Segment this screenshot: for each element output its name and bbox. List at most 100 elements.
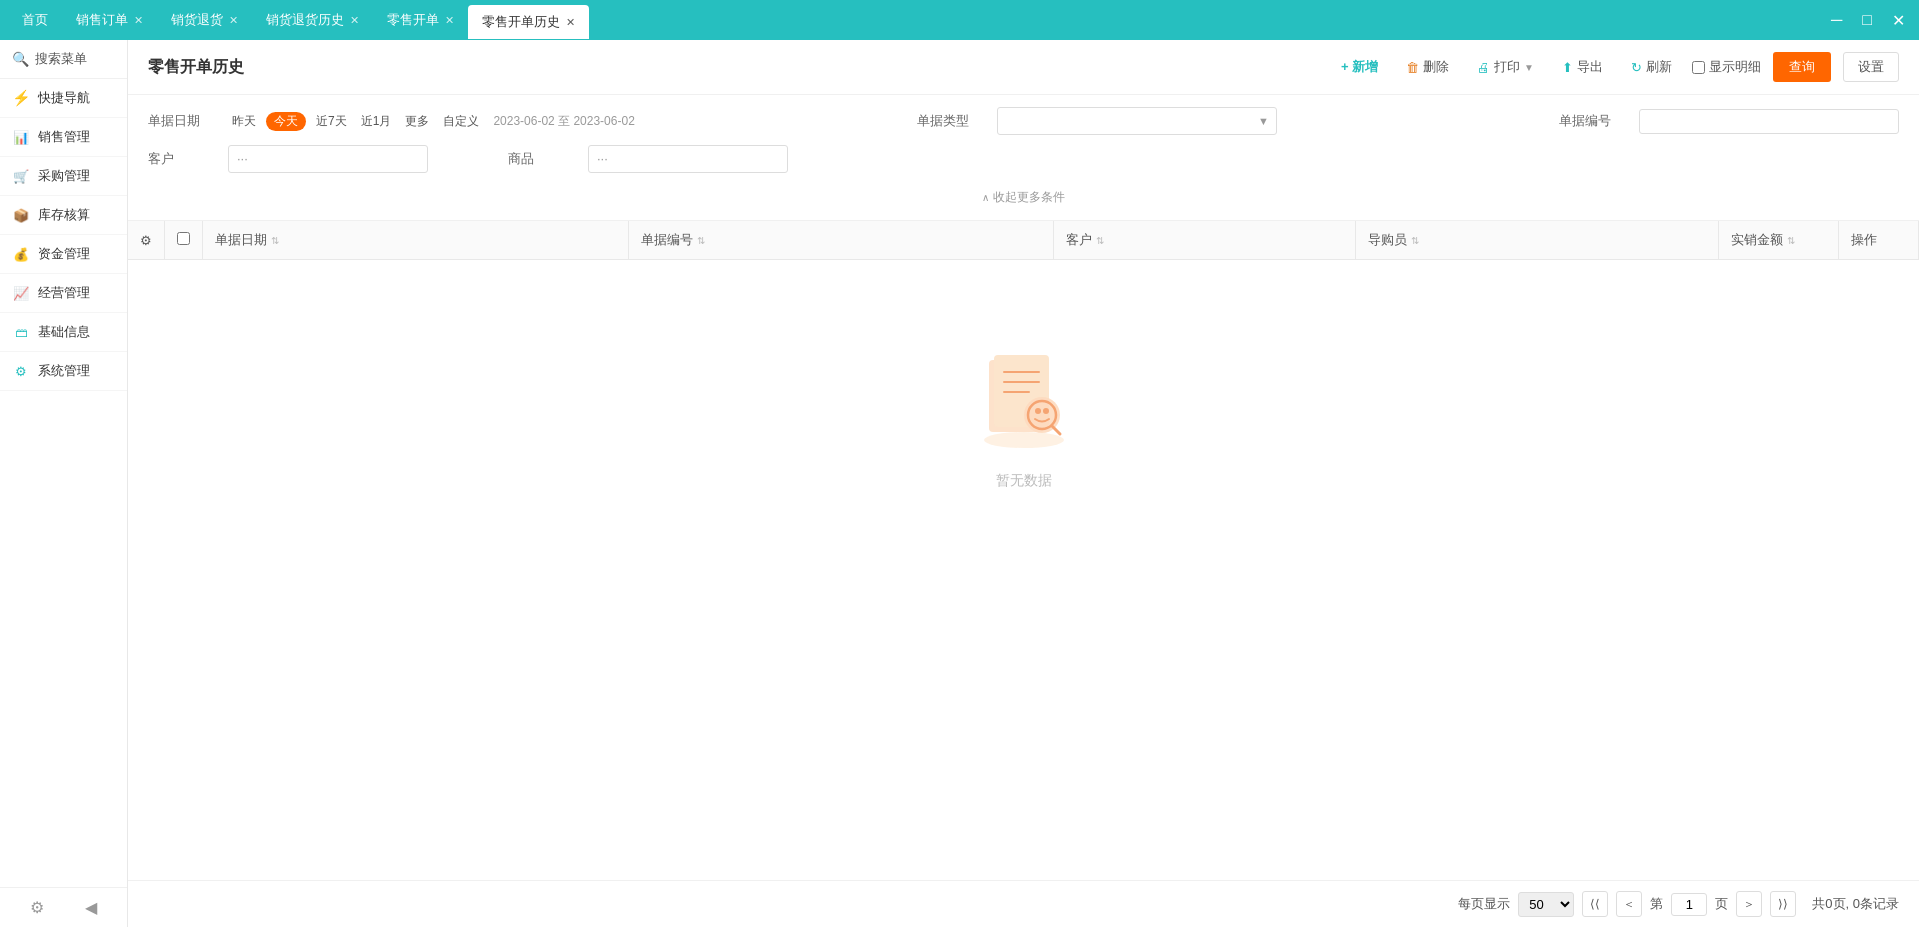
page-unit-label: 页 (1715, 895, 1728, 913)
shortcut-7days[interactable]: 近7天 (312, 111, 351, 132)
sidebar-item-base-info-label: 基础信息 (38, 323, 90, 341)
collapse-button[interactable]: ∧ 收起更多条件 (148, 183, 1899, 208)
sidebar-item-sales[interactable]: 📊 销售管理 (0, 118, 127, 157)
svg-point-9 (1035, 408, 1041, 414)
add-button[interactable]: + 新增 (1333, 54, 1386, 80)
per-page-select[interactable]: 50 10 20 100 (1518, 892, 1574, 917)
refresh-button[interactable]: ↻ 刷新 (1623, 54, 1680, 80)
doc-no-sort[interactable]: 单据编号 ⇅ (641, 231, 1042, 249)
sidebar-collapse-button[interactable]: ◀ (85, 898, 97, 917)
doc-no-input[interactable] (1639, 109, 1899, 134)
base-info-icon: 🗃 (12, 323, 30, 341)
tab-retail-open[interactable]: 零售开单 ✕ (373, 5, 468, 35)
guide-sort[interactable]: 导购员 ⇅ (1368, 231, 1706, 249)
sidebar: 🔍 搜索菜单 ⚡ 快捷导航 📊 销售管理 🛒 采购管理 📦 库存核算 💰 资金管… (0, 40, 128, 927)
page-label: 第 (1650, 895, 1663, 913)
tab-close-sales-order[interactable]: ✕ (134, 14, 143, 27)
doc-no-label: 单据编号 (1559, 112, 1619, 130)
sidebar-item-finance[interactable]: 💰 资金管理 (0, 235, 127, 274)
date-sort-icon: ⇅ (271, 235, 279, 246)
shortcut-1month[interactable]: 近1月 (357, 111, 396, 132)
tab-sales-return[interactable]: 销货退货 ✕ (157, 5, 252, 35)
table-header-row: ⚙ 单据日期 ⇅ (128, 221, 1919, 260)
shortcut-today[interactable]: 今天 (266, 112, 306, 131)
amount-sort[interactable]: 实销金额 ⇅ (1731, 231, 1826, 249)
tab-retail-open-history[interactable]: 零售开单历史 ✕ (468, 5, 589, 39)
delete-button[interactable]: 🗑 删除 (1398, 54, 1457, 80)
query-button[interactable]: 查询 (1773, 52, 1831, 82)
svg-line-8 (1052, 426, 1060, 434)
pagination-bar: 每页显示 50 10 20 100 ⟨⟨ ＜ 第 页 ＞ ⟩⟩ 共0页, 0条记… (128, 880, 1919, 927)
show-detail-input[interactable] (1692, 61, 1705, 74)
col-settings[interactable]: ⚙ (128, 221, 165, 260)
sidebar-item-quick-nav[interactable]: ⚡ 快捷导航 (0, 79, 127, 118)
page-title: 零售开单历史 (148, 57, 244, 78)
settings-button[interactable]: 设置 (1843, 52, 1899, 82)
date-sort[interactable]: 单据日期 ⇅ (215, 231, 616, 249)
doc-type-select-wrapper: ▼ (997, 107, 1277, 135)
show-detail-checkbox[interactable]: 显示明细 (1692, 58, 1761, 76)
tab-home[interactable]: 首页 (8, 5, 62, 35)
tab-sales-return-history[interactable]: 销货退货历史 ✕ (252, 5, 373, 35)
sidebar-item-inventory[interactable]: 📦 库存核算 (0, 196, 127, 235)
customer-label: 客户 (148, 150, 208, 168)
amount-sort-icon: ⇅ (1787, 235, 1795, 246)
shortcut-yesterday[interactable]: 昨天 (228, 111, 260, 132)
customer-col-label: 客户 (1066, 231, 1092, 249)
print-button[interactable]: 🖨 打印 ▼ (1469, 54, 1542, 80)
col-doc-no[interactable]: 单据编号 ⇅ (628, 221, 1054, 260)
guide-sort-icon: ⇅ (1411, 235, 1419, 246)
prev-page-button[interactable]: ＜ (1616, 891, 1642, 917)
tab-retail-open-history-label: 零售开单历史 (482, 13, 560, 31)
delete-button-label: 删除 (1423, 58, 1449, 76)
action-col-label: 操作 (1851, 232, 1877, 247)
col-amount[interactable]: 实销金额 ⇅ (1719, 221, 1839, 260)
tab-sales-order[interactable]: 销售订单 ✕ (62, 5, 157, 35)
tab-close-retail-open-history[interactable]: ✕ (566, 16, 575, 29)
first-page-button[interactable]: ⟨⟨ (1582, 891, 1608, 917)
window-controls: ─ □ ✕ (1825, 9, 1911, 32)
operations-icon: 📈 (12, 284, 30, 302)
customer-input[interactable]: ··· (228, 145, 428, 173)
filter-row-1: 单据日期 昨天 今天 近7天 近1月 更多 自定义 2023-06-02 至 2… (148, 107, 1899, 135)
col-date[interactable]: 单据日期 ⇅ (203, 221, 629, 260)
sidebar-search[interactable]: 🔍 搜索菜单 (0, 40, 127, 79)
goods-input[interactable]: ··· (588, 145, 788, 173)
purchase-icon: 🛒 (12, 167, 30, 185)
amount-col-label: 实销金额 (1731, 231, 1783, 249)
export-button[interactable]: ⬆ 导出 (1554, 54, 1611, 80)
table-settings-icon[interactable]: ⚙ (140, 233, 152, 248)
tab-close-sales-return[interactable]: ✕ (229, 14, 238, 27)
doc-type-select[interactable] (997, 107, 1277, 135)
empty-text: 暂无数据 (996, 472, 1052, 490)
col-checkbox[interactable] (165, 221, 203, 260)
quick-nav-icon: ⚡ (12, 89, 30, 107)
close-button[interactable]: ✕ (1886, 9, 1911, 32)
sidebar-item-quick-nav-label: 快捷导航 (38, 89, 90, 107)
tab-close-sales-return-history[interactable]: ✕ (350, 14, 359, 27)
shortcut-more[interactable]: 更多 (401, 111, 433, 132)
tab-close-retail-open[interactable]: ✕ (445, 14, 454, 27)
svg-point-10 (1043, 408, 1049, 414)
col-guide[interactable]: 导购员 ⇅ (1355, 221, 1718, 260)
page-number-input[interactable] (1671, 893, 1707, 916)
sidebar-item-base-info[interactable]: 🗃 基础信息 (0, 313, 127, 352)
next-page-button[interactable]: ＞ (1736, 891, 1762, 917)
per-page-label: 每页显示 (1458, 895, 1510, 913)
sidebar-item-purchase[interactable]: 🛒 采购管理 (0, 157, 127, 196)
sidebar-item-inventory-label: 库存核算 (38, 206, 90, 224)
last-page-button[interactable]: ⟩⟩ (1770, 891, 1796, 917)
delete-icon: 🗑 (1406, 60, 1419, 75)
customer-sort[interactable]: 客户 ⇅ (1066, 231, 1342, 249)
minimize-button[interactable]: ─ (1825, 9, 1848, 31)
maximize-button[interactable]: □ (1856, 9, 1878, 31)
select-all-checkbox[interactable] (177, 232, 190, 245)
sidebar-settings-button[interactable]: ⚙ (30, 898, 44, 917)
tab-sales-order-label: 销售订单 (76, 11, 128, 29)
doc-no-sort-icon: ⇅ (697, 235, 705, 246)
shortcut-custom[interactable]: 自定义 (439, 111, 483, 132)
export-icon: ⬆ (1562, 60, 1573, 75)
sidebar-item-operations[interactable]: 📈 经营管理 (0, 274, 127, 313)
sidebar-item-system[interactable]: ⚙ 系统管理 (0, 352, 127, 391)
col-customer[interactable]: 客户 ⇅ (1054, 221, 1355, 260)
